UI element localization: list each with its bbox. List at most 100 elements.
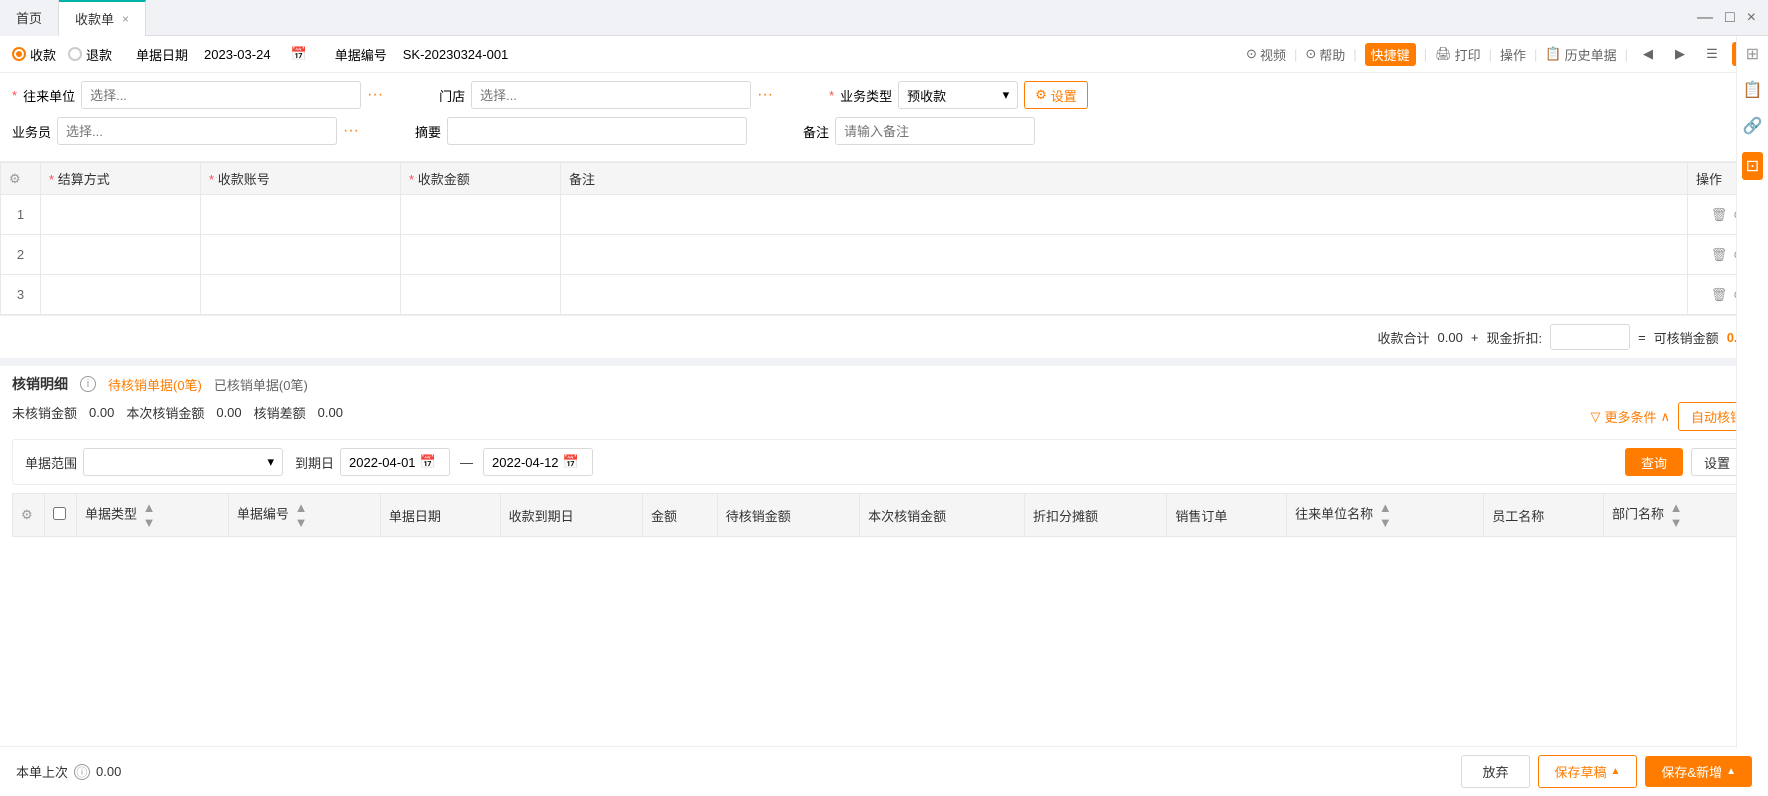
pending-tab[interactable]: 待核销单据(0笔)	[108, 375, 202, 394]
summary-input[interactable]	[447, 117, 747, 145]
discount-input[interactable]	[1550, 324, 1630, 350]
radio-refund[interactable]: 退款	[68, 45, 112, 64]
tab-home[interactable]: 首页	[0, 0, 59, 36]
row-3-amount[interactable]	[401, 275, 561, 315]
verif-info-icon[interactable]: i	[80, 376, 96, 392]
row-1-amount[interactable]	[401, 195, 561, 235]
maximize-btn[interactable]: □	[1725, 9, 1735, 27]
row-3-delete-icon[interactable]: 🗑	[1711, 287, 1728, 303]
more-conditions-btn[interactable]: ▽ 更多条件 ∧	[1590, 407, 1670, 426]
operation-label: 操作	[1500, 45, 1526, 64]
save-new-btn[interactable]: 保存&新增 ▲	[1645, 756, 1752, 787]
close-btn[interactable]: ×	[1747, 9, 1756, 27]
counterpart-label: 往来单位	[23, 86, 75, 105]
store-input[interactable]	[471, 81, 751, 109]
counterpart-more-btn[interactable]: ···	[367, 86, 383, 104]
business-type-value: 预收款	[907, 86, 946, 105]
remark-input[interactable]	[835, 117, 1035, 145]
footer-info: 本单上次 ⓘ 0.00	[16, 762, 121, 781]
col-pending: 待核销金额	[717, 494, 859, 537]
prev-btn[interactable]: ◀	[1636, 42, 1660, 66]
range-arrow: ▾	[267, 454, 274, 470]
tab-close-icon[interactable]: ×	[122, 12, 129, 26]
total-value: 0.00	[1438, 330, 1463, 345]
tab-current[interactable]: 收款单 ×	[59, 0, 146, 36]
table-container: ⚙ * 结算方式 * 收款账号 * 收款金额 备注	[0, 162, 1768, 315]
query-btn[interactable]: 查询	[1625, 448, 1683, 476]
staff-more-btn[interactable]: ···	[343, 122, 359, 140]
col-remark: 备注	[561, 163, 1688, 195]
filter-icon: ▽	[1590, 409, 1600, 425]
date-label: 单据日期	[136, 45, 188, 64]
summary-bar: 收款合计 0.00 + 现金折扣: = 可核销金额 0.00	[0, 315, 1768, 358]
toolbar-right: ⊙ 视频 | ⊙ 帮助 | 快捷键 | 🖨 打印 | 操作 | 📋	[1246, 42, 1756, 66]
history-btn[interactable]: 📋 历史单据	[1545, 45, 1616, 64]
minimize-btn[interactable]: —	[1697, 9, 1713, 27]
range-field: 单据范围 ▾	[25, 448, 283, 476]
video-btn[interactable]: ⊙ 视频	[1246, 45, 1286, 64]
select-all-checkbox[interactable]	[53, 507, 66, 520]
video-label: 视频	[1260, 45, 1286, 64]
row-3-settlement[interactable]	[41, 275, 201, 315]
range-select[interactable]: ▾	[83, 448, 283, 476]
counterpart-required-star: *	[12, 88, 17, 103]
row-1-delete-icon[interactable]: 🗑	[1711, 207, 1728, 223]
list-view-btn[interactable]: ☰	[1700, 42, 1724, 66]
more-conditions-label: 更多条件	[1604, 407, 1656, 426]
row-1-remark[interactable]	[561, 195, 1688, 235]
row-num-2: 2	[1, 235, 41, 275]
remark-field: 备注	[803, 117, 1035, 145]
toolbar: 收款 退款 单据日期 2023-03-24 📅 单据编号 SK-20230324…	[0, 36, 1768, 73]
row-2-delete-icon[interactable]: 🗑	[1711, 247, 1728, 263]
col-current-verif: 本次核销金额	[860, 494, 1025, 537]
date-calendar-icon[interactable]: 📅	[291, 46, 307, 62]
sidebar-icon-4[interactable]: ⊡	[1742, 152, 1763, 180]
print-btn[interactable]: 🖨 打印	[1435, 45, 1481, 64]
col-settlement: * 结算方式	[41, 163, 201, 195]
row-1-settlement[interactable]	[41, 195, 201, 235]
save-draft-btn[interactable]: 保存草稿 ▲	[1538, 755, 1638, 788]
row-2-remark[interactable]	[561, 235, 1688, 275]
store-label: 门店	[439, 86, 465, 105]
summary-label: 摘要	[415, 122, 441, 141]
radio-receive[interactable]: 收款	[12, 45, 56, 64]
staff-input[interactable]	[57, 117, 337, 145]
row-2-account[interactable]	[201, 235, 401, 275]
row-2-amount[interactable]	[401, 235, 561, 275]
business-type-select[interactable]: 预收款 ▾	[898, 81, 1018, 109]
footer-info-icon[interactable]: ⓘ	[74, 764, 90, 780]
form-area: * 往来单位 ··· 门店 ··· * 业务类型 预收款 ▾ ⚙ 设置	[0, 73, 1768, 162]
date-end-value: 2022-04-12	[492, 455, 559, 470]
row-1-account[interactable]	[201, 195, 401, 235]
completed-tab[interactable]: 已核销单据(0笔)	[214, 375, 308, 394]
counterpart-input[interactable]	[81, 81, 361, 109]
calendar-icon-start[interactable]: 📅	[420, 454, 436, 470]
sidebar-icon-1[interactable]: ⊞	[1746, 44, 1759, 64]
shortcut-btn[interactable]: 快捷键	[1365, 43, 1416, 66]
unchecked-value: 0.00	[89, 405, 114, 420]
operation-btn[interactable]: 操作	[1500, 45, 1526, 64]
help-btn[interactable]: ⊙ 帮助	[1305, 45, 1345, 64]
video-icon: ⊙	[1246, 46, 1257, 62]
history-icon: 📋	[1545, 46, 1561, 62]
date-separator: —	[456, 455, 477, 470]
store-more-btn[interactable]: ···	[757, 86, 773, 104]
row-3-account[interactable]	[201, 275, 401, 315]
diff-value: 0.00	[318, 405, 343, 420]
date-start-input[interactable]: 2022-04-01 📅	[340, 448, 450, 476]
save-draft-arrow: ▲	[1611, 766, 1621, 777]
table-gear-icon[interactable]: ⚙	[9, 171, 21, 186]
bottom-gear-icon[interactable]: ⚙	[21, 507, 33, 522]
verif-stats: 未核销金额 0.00 本次核销金额 0.00 核销差额 0.00	[12, 403, 343, 422]
col-due-date: 收款到期日	[500, 494, 642, 537]
sidebar-icon-2[interactable]: 📋	[1743, 80, 1763, 100]
setting-label: 设置	[1051, 86, 1077, 105]
date-end-input[interactable]: 2022-04-12 📅	[483, 448, 593, 476]
row-2-settlement[interactable]	[41, 235, 201, 275]
row-3-remark[interactable]	[561, 275, 1688, 315]
next-btn[interactable]: ▶	[1668, 42, 1692, 66]
abandon-btn[interactable]: 放弃	[1461, 755, 1529, 788]
calendar-icon-end[interactable]: 📅	[563, 454, 579, 470]
setting-btn[interactable]: ⚙ 设置	[1024, 81, 1088, 109]
sidebar-icon-3[interactable]: 🔗	[1743, 116, 1763, 136]
